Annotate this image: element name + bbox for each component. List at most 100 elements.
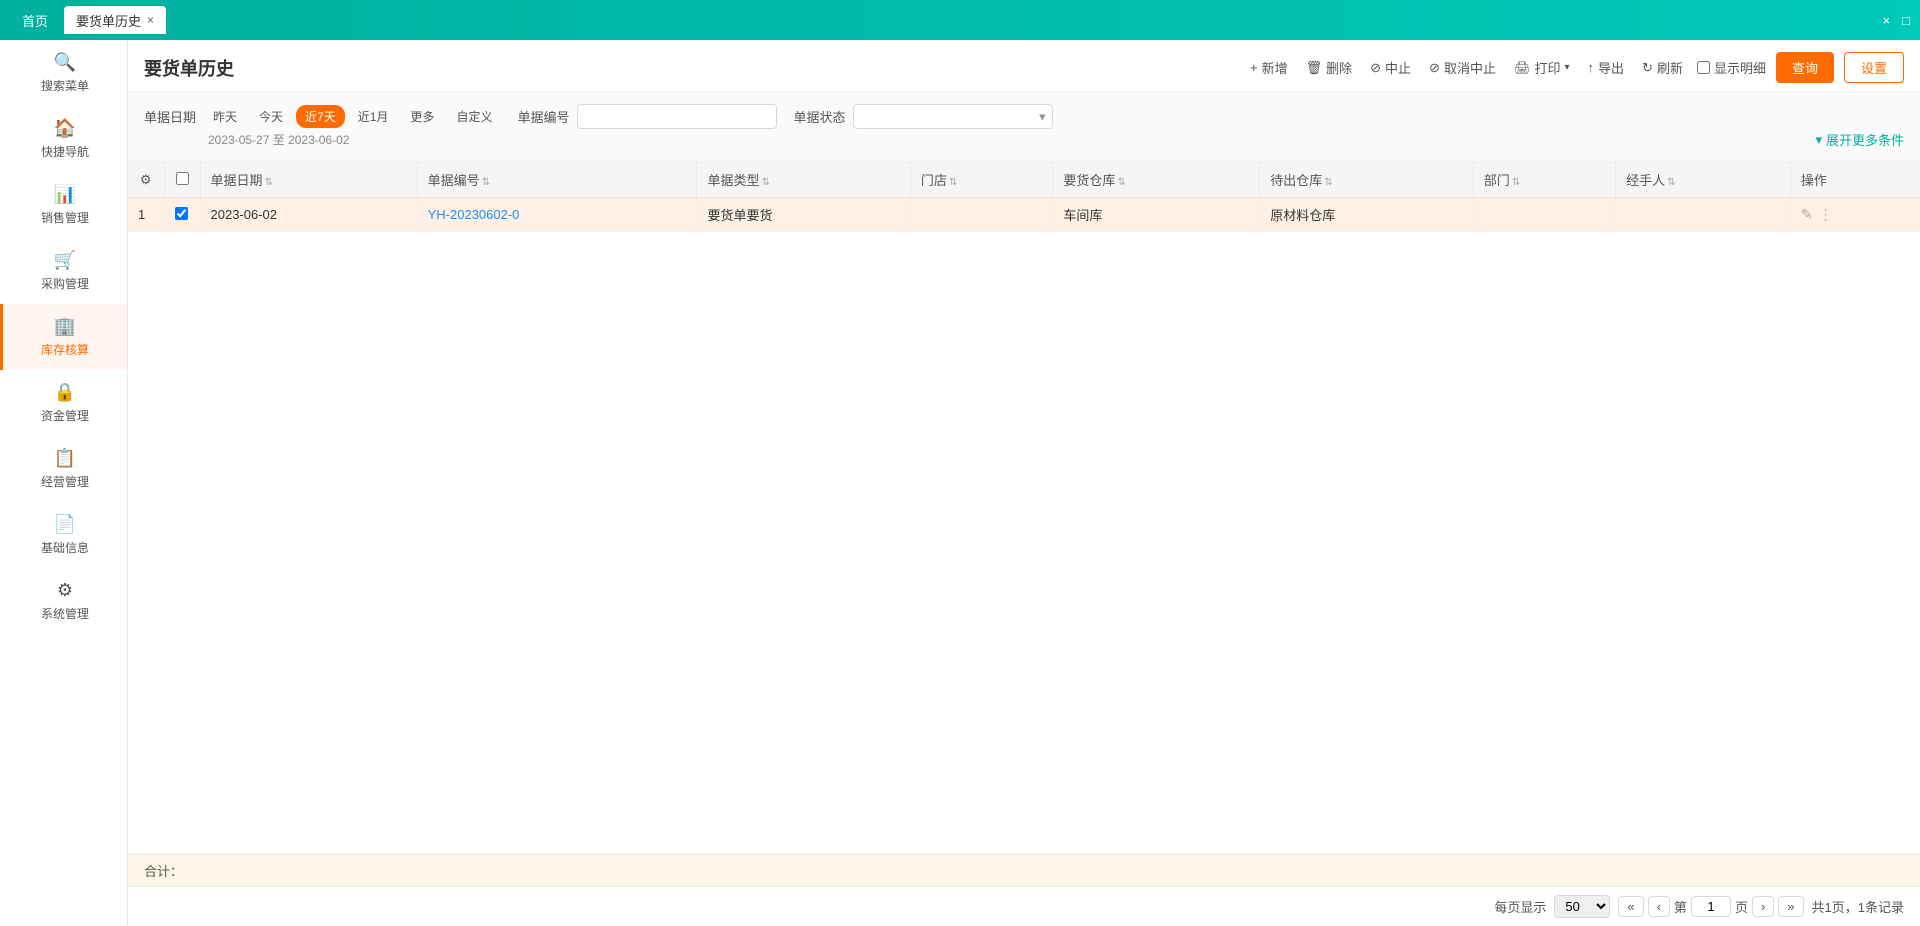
show-detail-checkbox[interactable]: 显示明细 — [1697, 58, 1766, 77]
total-label: 合计： — [144, 861, 183, 880]
page-size-select[interactable]: 20 50 100 200 — [1554, 895, 1610, 918]
sidebar-label-purchase: 采购管理 — [41, 275, 89, 292]
window-close-btn[interactable]: × — [1883, 13, 1891, 28]
date-btn-more[interactable]: 更多 — [401, 105, 443, 128]
page-input-prefix: 第 — [1674, 897, 1687, 916]
operations-icon: 📋 — [54, 448, 76, 469]
col-handler[interactable]: 经手人⇅ — [1616, 162, 1791, 198]
col-doc-no[interactable]: 单据编号⇅ — [417, 162, 697, 198]
tab-home-label: 首页 — [22, 11, 48, 30]
settings-button[interactable]: 设置 — [1844, 52, 1904, 83]
sort-req-wh-icon: ⇅ — [1117, 177, 1125, 188]
page-input-suffix: 页 — [1735, 897, 1748, 916]
date-filter-label: 单据日期 — [144, 107, 196, 126]
page-number-input[interactable] — [1691, 896, 1731, 917]
sidebar-item-operations[interactable]: 📋 经营管理 — [0, 436, 127, 502]
sort-doc-no-icon: ⇅ — [482, 177, 490, 188]
last-page-btn[interactable]: » — [1778, 896, 1803, 917]
sidebar-label-inventory: 库存核算 — [41, 341, 89, 358]
more-action-icon[interactable]: ⋮ — [1819, 206, 1833, 223]
sidebar-item-inventory[interactable]: 🏢 库存核算 — [0, 304, 127, 370]
data-table: ⚙ 单据日期⇅ 单据编号⇅ 单据类型⇅ — [128, 162, 1920, 232]
refresh-label: 刷新 — [1657, 58, 1683, 77]
date-btn-1month[interactable]: 近1月 — [349, 105, 398, 128]
delete-btn[interactable]: 🗑 删除 — [1302, 58, 1357, 77]
stop-icon: ⊘ — [1370, 60, 1381, 76]
cancel-stop-label: 取消中止 — [1444, 58, 1496, 77]
docstatus-select[interactable] — [853, 104, 1053, 129]
sort-store-icon: ⇅ — [949, 177, 957, 188]
print-icon: 🖨 — [1514, 60, 1531, 76]
sidebar-label-operations: 经营管理 — [41, 473, 89, 490]
new-btn[interactable]: + 新增 — [1246, 58, 1292, 77]
sidebar-label-sales: 销售管理 — [41, 209, 89, 226]
row-checkbox — [164, 198, 200, 232]
print-chevron-icon: ▾ — [1564, 62, 1569, 73]
sidebar: 🔍 搜索菜单 🏠 快捷导航 📊 销售管理 🛒 采购管理 🏢 库存核算 🔒 资金管… — [0, 40, 128, 926]
stop-btn[interactable]: ⊘ 中止 — [1366, 58, 1415, 77]
cancel-stop-btn[interactable]: ⊘ 取消中止 — [1425, 58, 1500, 77]
sidebar-item-sales-mgmt[interactable]: 📊 销售管理 — [0, 172, 127, 238]
sort-handler-icon: ⇅ — [1667, 177, 1675, 188]
row-doc-type: 要货单要货 — [697, 198, 910, 232]
col-dept[interactable]: 部门⇅ — [1473, 162, 1615, 198]
system-icon: ⚙ — [57, 580, 73, 601]
col-req-warehouse[interactable]: 要货仓库⇅ — [1053, 162, 1260, 198]
sidebar-item-system-mgmt[interactable]: ⚙ 系统管理 — [0, 568, 127, 634]
show-detail-input[interactable] — [1697, 61, 1710, 74]
edit-icon[interactable]: ✎ — [1801, 206, 1813, 223]
col-settings[interactable]: ⚙ — [128, 162, 164, 198]
table-body: 1 2023-06-02 YH-20230602-0 要货单要货 车间库 原材料… — [128, 198, 1920, 232]
print-btn[interactable]: 🖨 打印 ▾ — [1510, 58, 1574, 77]
row-dept — [1473, 198, 1615, 232]
col-store[interactable]: 门店⇅ — [910, 162, 1052, 198]
action-icons: ✎ ⋮ — [1801, 206, 1910, 223]
sidebar-item-search-menu[interactable]: 🔍 搜索菜单 — [0, 40, 127, 106]
sidebar-item-quick-nav[interactable]: 🏠 快捷导航 — [0, 106, 127, 172]
content-area: 要货单历史 + 新增 🗑 删除 ⊘ 中止 ⊘ 取消中止 — [128, 40, 1920, 926]
expand-down-icon: ▾ — [1815, 132, 1822, 148]
expand-more-btn[interactable]: ▾ 展开更多条件 — [144, 130, 1904, 149]
tab-home[interactable]: 首页 — [10, 6, 60, 34]
doc-no-link[interactable]: YH-20230602-0 — [428, 207, 520, 222]
sidebar-item-finance[interactable]: 🔒 资金管理 — [0, 370, 127, 436]
window-maximize-btn[interactable]: □ — [1902, 13, 1910, 28]
row-select-checkbox[interactable] — [175, 207, 188, 220]
first-page-btn[interactable]: « — [1618, 896, 1643, 917]
sidebar-item-basic-info[interactable]: 📄 基础信息 — [0, 502, 127, 568]
show-detail-label: 显示明细 — [1714, 58, 1766, 77]
date-range-text: 2023-05-27 至 2023-06-02 — [208, 133, 349, 147]
date-btn-yesterday[interactable]: 昨天 — [204, 105, 246, 128]
inventory-icon: 🏢 — [54, 316, 76, 337]
row-no: 1 — [128, 198, 164, 232]
docno-input[interactable] — [577, 104, 777, 129]
row-handler — [1616, 198, 1791, 232]
tab-requisition-label: 要货单历史 — [76, 11, 141, 30]
select-all-checkbox[interactable] — [176, 172, 189, 185]
sidebar-label-finance: 资金管理 — [41, 407, 89, 424]
sort-dept-icon: ⇅ — [1512, 177, 1520, 188]
next-page-btn[interactable]: › — [1752, 896, 1774, 917]
table-footer: 合计： — [128, 854, 1920, 886]
sidebar-label-basic-info: 基础信息 — [41, 539, 89, 556]
expand-more-label: 展开更多条件 — [1826, 130, 1904, 149]
new-icon: + — [1250, 60, 1258, 75]
date-btn-custom[interactable]: 自定义 — [447, 105, 501, 128]
col-doc-date[interactable]: 单据日期⇅ — [200, 162, 417, 198]
date-btn-today[interactable]: 今天 — [250, 105, 292, 128]
print-label: 打印 — [1534, 58, 1560, 77]
col-pending-warehouse[interactable]: 待出仓库⇅ — [1260, 162, 1473, 198]
export-btn[interactable]: ↑ 导出 — [1584, 58, 1629, 77]
refresh-btn[interactable]: ↻ 刷新 — [1638, 58, 1687, 77]
tab-close-icon[interactable]: × — [147, 13, 154, 27]
sidebar-item-purchase-mgmt[interactable]: 🛒 采购管理 — [0, 238, 127, 304]
query-button[interactable]: 查询 — [1776, 52, 1834, 83]
table-header-row: ⚙ 单据日期⇅ 单据编号⇅ 单据类型⇅ — [128, 162, 1920, 198]
delete-label: 删除 — [1326, 58, 1352, 77]
prev-page-btn[interactable]: ‹ — [1648, 896, 1670, 917]
filter-area: 单据日期 昨天 今天 近7天 近1月 更多 自定义 单据编号 — [128, 92, 1920, 162]
tab-requisition-history[interactable]: 要货单历史 × — [64, 6, 166, 34]
date-btn-7days[interactable]: 近7天 — [296, 105, 345, 128]
col-doc-type[interactable]: 单据类型⇅ — [697, 162, 910, 198]
col-action: 操作 — [1790, 162, 1920, 198]
